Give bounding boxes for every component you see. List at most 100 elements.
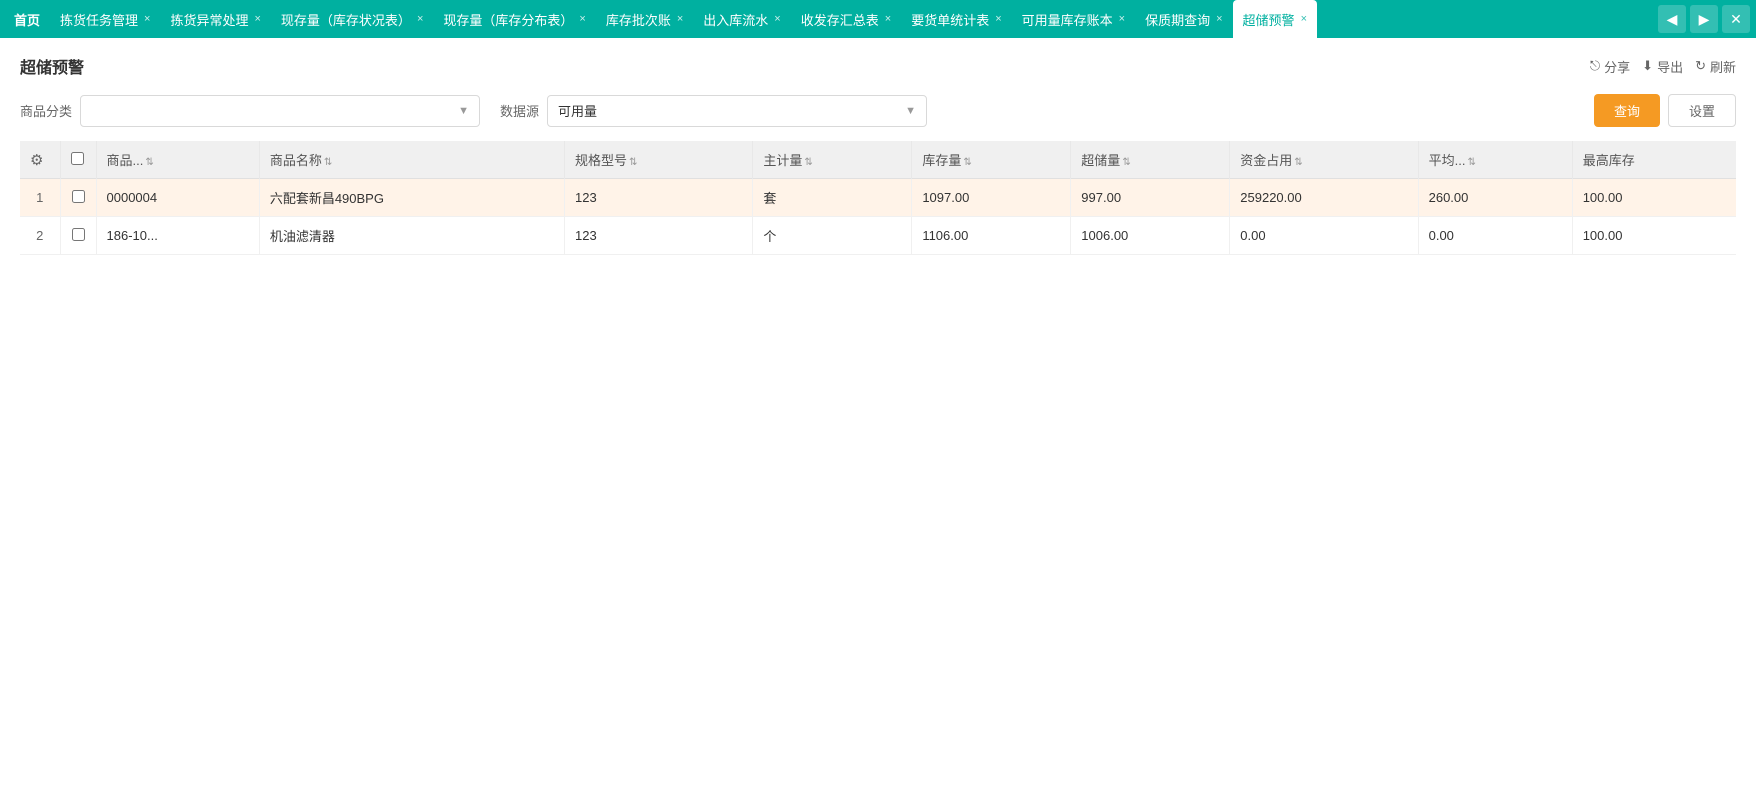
refresh-button[interactable]: ↻ 刷新 (1695, 57, 1736, 76)
table-row[interactable]: 2186-10...机油滤清器123个1106.001006.000.000.0… (20, 217, 1736, 255)
col-label-capital: 资金占用 (1240, 153, 1292, 168)
sort-icon-spec[interactable]: ⇅ (629, 157, 637, 168)
close-icon[interactable]: × (1119, 13, 1125, 25)
nav-item-exception[interactable]: 拣货异常处理 × (160, 0, 270, 38)
close-icon[interactable]: × (579, 13, 585, 25)
row-num: 1 (20, 179, 60, 217)
cell-overstock: 1006.00 (1071, 217, 1230, 255)
col-label-code: 商品... (107, 153, 144, 168)
cell-maxstock: 100.00 (1572, 179, 1736, 217)
category-filter: 商品分类 ▼ (20, 95, 480, 127)
nav-item-summary[interactable]: 收发存汇总表 × (791, 0, 901, 38)
close-icon[interactable]: × (254, 13, 260, 25)
row-checkbox[interactable] (72, 190, 85, 203)
nav-item-batch-account[interactable]: 库存批次账 × (596, 0, 693, 38)
close-icon[interactable]: × (774, 13, 780, 25)
close-icon[interactable]: × (417, 13, 423, 25)
nav-item-stock-dist[interactable]: 现存量（库存分布表） × (433, 0, 595, 38)
datasource-value: 可用量 (558, 101, 597, 120)
action-buttons: 查询 设置 (1594, 94, 1736, 127)
nav-prev-button[interactable]: ◀ (1658, 5, 1686, 33)
cell-overstock: 997.00 (1071, 179, 1230, 217)
col-overstock[interactable]: 超储量⇅ (1071, 141, 1230, 179)
datasource-label: 数据源 (500, 101, 539, 120)
chevron-down-icon: ▼ (458, 105, 469, 117)
col-label-overstock: 超储量 (1081, 153, 1120, 168)
datasource-select[interactable]: 可用量 ▼ (547, 95, 927, 127)
col-avg[interactable]: 平均...⇅ (1418, 141, 1572, 179)
share-button[interactable]: ⎋ 分享 (1590, 57, 1630, 76)
close-icon[interactable]: × (885, 13, 891, 25)
col-gear: ⚙ (20, 141, 60, 179)
col-maxstock: 最高库存 (1572, 141, 1736, 179)
cell-unit: 个 (753, 217, 912, 255)
nav-item-shelf-life[interactable]: 保质期查询 × (1135, 0, 1232, 38)
chevron-down-icon2: ▼ (905, 105, 916, 117)
query-button[interactable]: 查询 (1594, 94, 1660, 127)
close-icon[interactable]: × (144, 13, 150, 25)
table-header: ⚙商品...⇅商品名称⇅规格型号⇅主计量⇅库存量⇅超储量⇅资金占用⇅平均...⇅… (20, 141, 1736, 179)
col-label-name: 商品名称 (270, 153, 322, 168)
sort-icon-overstock[interactable]: ⇅ (1122, 157, 1130, 168)
select-all-checkbox[interactable] (71, 152, 84, 165)
row-checkbox-cell[interactable] (60, 179, 96, 217)
nav-item-overstock[interactable]: 超储预警 × (1233, 0, 1317, 38)
page-wrapper: 超储预警 ⎋ 分享 ⬇ 导出 ↻ 刷新 商品分类 ▼ 数据源 (0, 38, 1756, 800)
col-label-avg: 平均... (1429, 153, 1466, 168)
cell-stock: 1097.00 (912, 179, 1071, 217)
table-row[interactable]: 10000004六配套新昌490BPG123套1097.00997.002592… (20, 179, 1736, 217)
col-spec[interactable]: 规格型号⇅ (565, 141, 753, 179)
settings-button[interactable]: 设置 (1668, 94, 1736, 127)
row-checkbox-cell[interactable] (60, 217, 96, 255)
cell-code: 0000004 (96, 179, 259, 217)
sort-icon-stock[interactable]: ⇅ (963, 157, 971, 168)
close-icon[interactable]: × (995, 13, 1001, 25)
nav-item-stock-status[interactable]: 现存量（库存状况表） × (271, 0, 433, 38)
export-icon: ⬇ (1642, 58, 1653, 74)
header-actions: ⎋ 分享 ⬇ 导出 ↻ 刷新 (1590, 57, 1736, 76)
col-code[interactable]: 商品...⇅ (96, 141, 259, 179)
cell-spec: 123 (565, 217, 753, 255)
col-check[interactable] (60, 141, 96, 179)
cell-name: 机油滤清器 (259, 217, 564, 255)
cell-name: 六配套新昌490BPG (259, 179, 564, 217)
export-button[interactable]: ⬇ 导出 (1642, 57, 1683, 76)
nav-next-button[interactable]: ▶ (1690, 5, 1718, 33)
nav-item-home[interactable]: 首页 (4, 0, 50, 38)
row-checkbox[interactable] (72, 228, 85, 241)
nav-item-order-stats[interactable]: 要货单统计表 × (901, 0, 1011, 38)
close-icon[interactable]: × (1216, 13, 1222, 25)
col-name[interactable]: 商品名称⇅ (259, 141, 564, 179)
filter-row: 商品分类 ▼ 数据源 可用量 ▼ 查询 设置 (20, 94, 1736, 127)
col-unit[interactable]: 主计量⇅ (753, 141, 912, 179)
sort-icon-code[interactable]: ⇅ (145, 157, 153, 168)
close-icon[interactable]: × (677, 13, 683, 25)
cell-capital: 0.00 (1230, 217, 1418, 255)
nav-close-button[interactable]: ✕ (1722, 5, 1750, 33)
category-select[interactable]: ▼ (80, 95, 480, 127)
cell-maxstock: 100.00 (1572, 217, 1736, 255)
page-title: 超储预警 (20, 54, 84, 78)
data-table: ⚙商品...⇅商品名称⇅规格型号⇅主计量⇅库存量⇅超储量⇅资金占用⇅平均...⇅… (20, 141, 1736, 255)
row-num: 2 (20, 217, 60, 255)
share-icon: ⎋ (1590, 58, 1600, 74)
col-stock[interactable]: 库存量⇅ (912, 141, 1071, 179)
sort-icon-unit[interactable]: ⇅ (804, 157, 812, 168)
col-label-spec: 规格型号 (575, 153, 627, 168)
close-icon[interactable]: × (1301, 13, 1307, 25)
cell-avg: 260.00 (1418, 179, 1572, 217)
nav-item-task-mgmt[interactable]: 拣货任务管理 × (50, 0, 160, 38)
nav-arrows: ◀ ▶ ✕ (1656, 5, 1752, 33)
sort-icon-avg[interactable]: ⇅ (1467, 157, 1475, 168)
col-label-maxstock: 最高库存 (1583, 153, 1635, 168)
col-label-unit: 主计量 (763, 153, 802, 168)
nav-item-available-book[interactable]: 可用量库存账本 × (1012, 0, 1135, 38)
col-capital[interactable]: 资金占用⇅ (1230, 141, 1418, 179)
sort-icon-name[interactable]: ⇅ (324, 157, 332, 168)
nav-item-flow[interactable]: 出入库流水 × (693, 0, 790, 38)
table-body: 10000004六配套新昌490BPG123套1097.00997.002592… (20, 179, 1736, 255)
gear-settings-icon[interactable]: ⚙ (30, 152, 43, 169)
cell-spec: 123 (565, 179, 753, 217)
sort-icon-capital[interactable]: ⇅ (1294, 157, 1302, 168)
cell-capital: 259220.00 (1230, 179, 1418, 217)
